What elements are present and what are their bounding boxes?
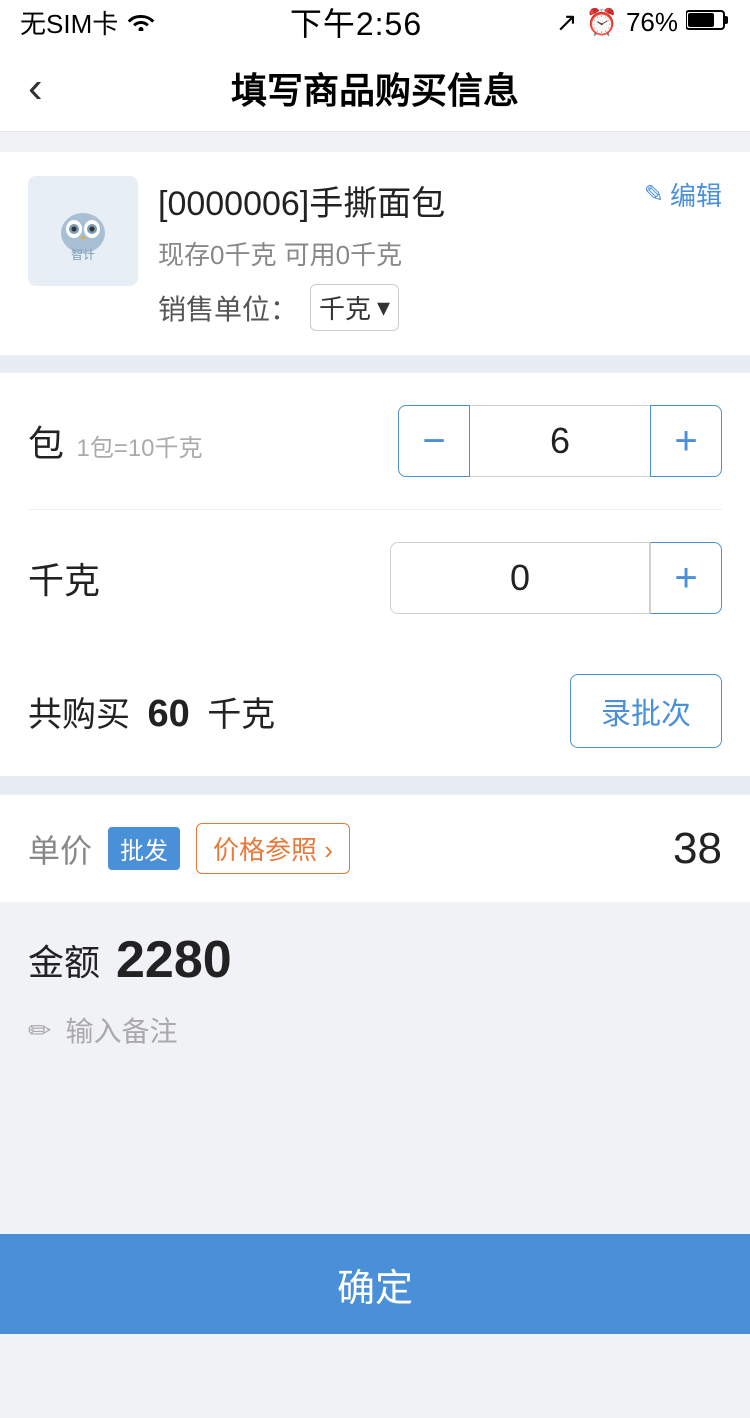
amount-row: 金额 2280 <box>28 930 722 990</box>
input-section: 包 1包=10千克 − + 千克 + <box>0 373 750 646</box>
note-row[interactable]: ✏ 输入备注 <box>28 1010 722 1050</box>
wifi-icon <box>126 7 156 38</box>
status-bar-right: ↗ ⏰ 76% <box>556 7 730 38</box>
bao-label: 包 <box>28 423 64 464</box>
unit-value: 千克 <box>319 289 371 326</box>
price-reference-button[interactable]: 价格参照 › <box>196 823 350 874</box>
summary-text: 共购买 60 千克 <box>28 687 275 736</box>
kg-stepper: + <box>390 542 722 614</box>
alarm-icon: ⏰ <box>586 7 618 38</box>
status-bar: 无SIM卡 下午2:56 ↗ ⏰ 76% <box>0 0 750 44</box>
nav-bar: ‹ 填写商品购买信息 <box>0 44 750 132</box>
unit-dropdown[interactable]: 千克 ▾ <box>310 284 399 331</box>
carrier-label: 无SIM卡 <box>20 4 118 41</box>
battery-icon <box>686 7 730 38</box>
product-unit-row: 销售单位： 千克 ▾ <box>158 284 722 331</box>
bao-increment-button[interactable]: + <box>650 405 722 477</box>
kg-label-group: 千克 <box>28 552 100 604</box>
product-thumbnail: 智计 <box>28 176 138 286</box>
edit-icon: ✎ <box>644 180 664 209</box>
status-bar-left: 无SIM卡 <box>20 4 156 41</box>
kg-increment-button[interactable]: + <box>650 542 722 614</box>
bao-value-input[interactable] <box>470 405 650 477</box>
page-title: 填写商品购买信息 <box>231 62 519 114</box>
wholesale-badge: 批发 <box>108 827 180 870</box>
bao-decrement-button[interactable]: − <box>398 405 470 477</box>
edit-button[interactable]: ✎ 编辑 <box>644 176 722 213</box>
summary-prefix: 共购买 <box>28 696 130 734</box>
kg-value-input[interactable] <box>390 542 650 614</box>
location-icon: ↗ <box>556 7 578 38</box>
amount-value: 2280 <box>116 930 232 990</box>
unit-label: 销售单位： <box>158 288 298 328</box>
record-batch-button[interactable]: 录批次 <box>570 674 722 748</box>
summary-unit: 千克 <box>207 696 275 734</box>
product-card: 智计 [0000006]手撕面包 现存0千克 可用0千克 销售单位： 千克 ▾ … <box>0 152 750 355</box>
price-label: 单价 <box>28 826 92 872</box>
bao-stepper: − + <box>398 405 722 477</box>
price-value: 38 <box>673 824 722 874</box>
kg-input-row: 千克 + <box>28 510 722 646</box>
summary-value: 60 <box>147 693 189 735</box>
product-name: [0000006]手撕面包 <box>158 176 722 225</box>
back-button[interactable]: ‹ <box>28 66 43 110</box>
edit-label: 编辑 <box>670 176 722 213</box>
price-section: 单价 批发 价格参照 › 38 <box>0 794 750 902</box>
kg-label: 千克 <box>28 560 100 601</box>
product-stock: 现存0千克 可用0千克 <box>158 235 722 272</box>
time-display: 下午2:56 <box>290 0 422 45</box>
battery-label: 76% <box>626 7 678 38</box>
bao-label-group: 包 1包=10千克 <box>28 415 203 467</box>
amount-section: 金额 2280 ✏ 输入备注 <box>0 902 750 1068</box>
divider-2 <box>0 776 750 794</box>
confirm-label: 确定 <box>337 1257 413 1312</box>
bao-input-row: 包 1包=10千克 − + <box>28 373 722 510</box>
svg-text:智计: 智计 <box>71 247 95 261</box>
pencil-icon: ✏ <box>28 1014 51 1047</box>
amount-label: 金额 <box>28 934 100 986</box>
summary-row: 共购买 60 千克 录批次 <box>0 646 750 776</box>
note-placeholder: 输入备注 <box>65 1010 177 1050</box>
bao-sub-label: 1包=10千克 <box>76 435 202 462</box>
dropdown-arrow-icon: ▾ <box>377 292 390 323</box>
product-info: [0000006]手撕面包 现存0千克 可用0千克 销售单位： 千克 ▾ <box>158 176 722 331</box>
confirm-button[interactable]: 确定 <box>0 1234 750 1334</box>
divider-1 <box>0 355 750 373</box>
